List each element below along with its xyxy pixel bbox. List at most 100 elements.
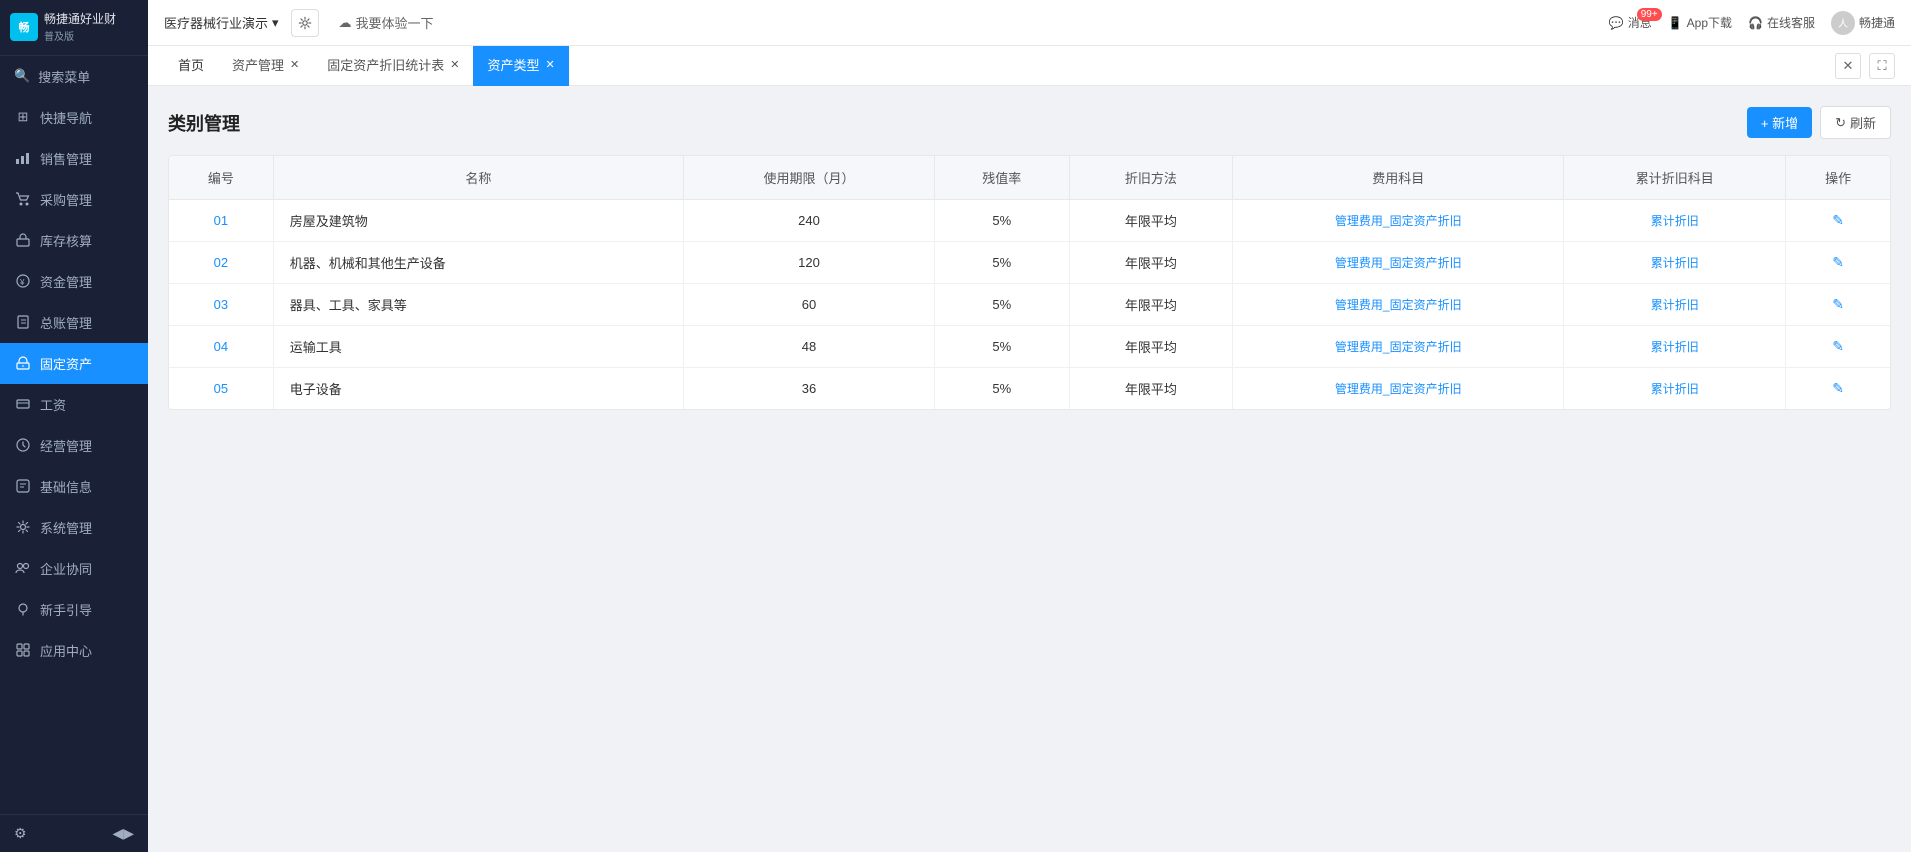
sidebar-item-ledger[interactable]: 总账管理 [0,302,148,343]
edit-icon[interactable]: ✎ [1832,212,1844,228]
industry-label: 医疗器械行业演示 [164,13,268,32]
cell-code: 05 [169,368,273,410]
svg-text:¥: ¥ [19,278,25,287]
sidebar-item-label: 工资 [40,395,66,414]
search-menu[interactable]: 🔍 搜索菜单 [0,56,148,97]
collapse-icon[interactable]: ◀▶ [112,825,134,842]
top-header: 医疗器械行业演示 ▾ ☁ 我要体验一下 💬 消息 99+ 📱 App下载 🎧 在… [148,0,1911,46]
sidebar-item-label: 应用中心 [40,641,92,660]
cell-operation[interactable]: ✎ [1786,368,1890,410]
edit-icon[interactable]: ✎ [1832,380,1844,396]
sidebar-item-app-center[interactable]: 应用中心 [0,630,148,671]
cell-expense: 管理费用_固定资产折旧 [1233,242,1564,284]
app-name: 畅捷通好业财 [44,12,116,28]
new-button[interactable]: + 新增 [1747,107,1812,138]
sidebar-item-purchase[interactable]: 采购管理 [0,179,148,220]
edit-icon[interactable]: ✎ [1832,296,1844,312]
cell-residual: 5% [935,326,1070,368]
app-logo: 畅 畅捷通好业财 普及版 [0,0,148,56]
cell-name: 运输工具 [273,326,683,368]
sidebar-item-basic-info[interactable]: 基础信息 [0,466,148,507]
sidebar-item-quick-nav[interactable]: ⊞ 快捷导航 [0,97,148,138]
col-operation: 操作 [1786,156,1890,200]
settings-bottom-icon[interactable]: ⚙ [14,825,27,842]
basic-info-icon [14,477,32,495]
cell-name: 机器、机械和其他生产设备 [273,242,683,284]
tab-home[interactable]: 首页 [164,46,218,86]
refresh-button[interactable]: ↻ 刷新 [1820,106,1891,139]
enterprise-icon [14,559,32,577]
page-title: 类别管理 [168,110,240,136]
sidebar-bottom: ⚙ ◀▶ [0,814,148,852]
col-residual: 残值率 [935,156,1070,200]
cell-accum: 累计折旧 [1564,242,1786,284]
app-download-button[interactable]: 📱 App下载 [1668,14,1732,31]
cell-expense: 管理费用_固定资产折旧 [1233,368,1564,410]
table-row: 03 器具、工具、家具等 60 5% 年限平均 管理费用_固定资产折旧 累计折旧… [169,284,1890,326]
app-center-icon [14,641,32,659]
tab-asset-type-label: 资产类型 [487,55,539,74]
edit-icon[interactable]: ✎ [1832,338,1844,354]
sidebar-item-label: 库存核算 [40,231,92,250]
wages-icon [14,395,32,413]
cell-code: 01 [169,200,273,242]
tab-asset-mgmt-close[interactable]: ✕ [290,58,299,71]
edit-icon[interactable]: ✎ [1832,254,1844,270]
cell-name: 房屋及建筑物 [273,200,683,242]
sidebar-item-fixed-assets[interactable]: 固定资产 [0,343,148,384]
cell-expense: 管理费用_固定资产折旧 [1233,284,1564,326]
main-area: 医疗器械行业演示 ▾ ☁ 我要体验一下 💬 消息 99+ 📱 App下载 🎧 在… [148,0,1911,852]
tab-asset-type[interactable]: 资产类型 ✕ [473,46,568,86]
operations-icon [14,436,32,454]
page-title-row: 类别管理 + 新增 ↻ 刷新 [168,106,1891,139]
sidebar-item-sales[interactable]: 销售管理 [0,138,148,179]
cell-code: 02 [169,242,273,284]
download-icon: 📱 [1668,16,1683,30]
sidebar-item-inventory[interactable]: 库存核算 [0,220,148,261]
sidebar-item-guide[interactable]: 新手引导 [0,589,148,630]
tab-bar: 首页 资产管理 ✕ 固定资产折旧统计表 ✕ 资产类型 ✕ ✕ ⛶ [148,46,1911,86]
sales-icon [14,149,32,167]
header-right: 💬 消息 99+ 📱 App下载 🎧 在线客服 人 畅捷通 [1609,11,1895,35]
cell-operation[interactable]: ✎ [1786,326,1890,368]
industry-selector[interactable]: 医疗器械行业演示 ▾ [164,13,279,32]
quick-nav-icon: ⊞ [14,108,32,126]
messages-button[interactable]: 💬 消息 99+ [1609,14,1652,31]
service-icon: 🎧 [1748,16,1763,30]
sidebar-item-wages[interactable]: 工资 [0,384,148,425]
sidebar-item-operations[interactable]: 经营管理 [0,425,148,466]
category-table: 编号 名称 使用期限（月） 残值率 折旧方法 费用科目 累计折旧科目 操作 01… [169,156,1890,409]
tab-maximize-button[interactable]: ⛶ [1869,53,1895,79]
action-buttons: + 新增 ↻ 刷新 [1747,106,1891,139]
online-service-button[interactable]: 🎧 在线客服 [1748,14,1815,31]
cell-code: 04 [169,326,273,368]
sidebar-item-label: 资金管理 [40,272,92,291]
col-name: 名称 [273,156,683,200]
system-icon [14,518,32,536]
cell-method: 年限平均 [1069,242,1233,284]
settings-gear-button[interactable] [291,9,319,37]
sidebar-item-label: 采购管理 [40,190,92,209]
tab-depreciation-table-close[interactable]: ✕ [450,58,459,71]
tab-depreciation-table[interactable]: 固定资产折旧统计表 ✕ [313,46,473,86]
tab-asset-mgmt[interactable]: 资产管理 ✕ [218,46,313,86]
content-area: 类别管理 + 新增 ↻ 刷新 编号 名称 使用期限（月） 残值率 折旧方法 [148,86,1911,852]
cell-operation[interactable]: ✎ [1786,284,1890,326]
fixed-assets-icon [14,354,32,372]
user-menu[interactable]: 人 畅捷通 [1831,11,1895,35]
cell-method: 年限平均 [1069,200,1233,242]
cell-residual: 5% [935,368,1070,410]
cell-operation[interactable]: ✎ [1786,242,1890,284]
cell-accum: 累计折旧 [1564,326,1786,368]
sidebar-item-enterprise[interactable]: 企业协同 [0,548,148,589]
cell-operation[interactable]: ✎ [1786,200,1890,242]
refresh-icon: ↻ [1835,115,1846,131]
tab-close-button[interactable]: ✕ [1835,53,1861,79]
logo-icon: 畅 [10,13,38,41]
tab-asset-mgmt-label: 资产管理 [232,55,284,74]
ledger-icon [14,313,32,331]
sidebar-item-system[interactable]: 系统管理 [0,507,148,548]
tab-asset-type-close[interactable]: ✕ [546,58,555,71]
sidebar-item-capital[interactable]: ¥ 资金管理 [0,261,148,302]
experience-button[interactable]: ☁ 我要体验一下 [339,13,434,32]
